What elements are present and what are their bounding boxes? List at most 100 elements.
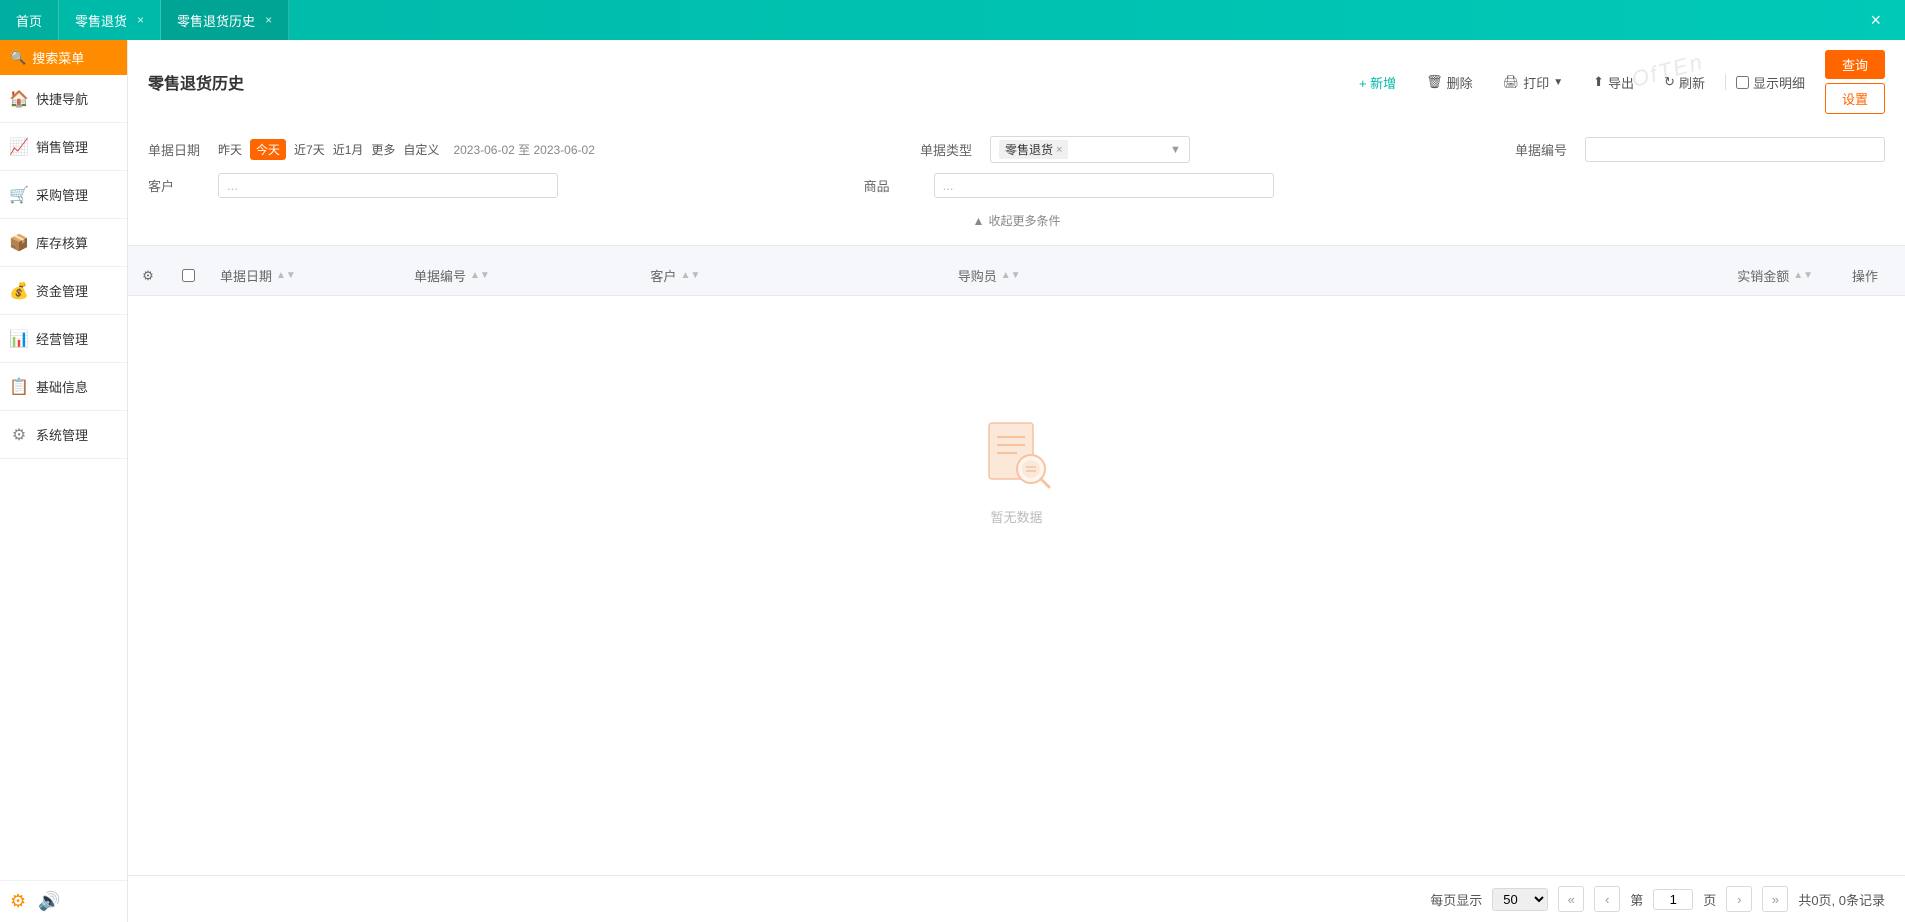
date-opt-7days[interactable]: 近7天 — [294, 141, 325, 158]
doc-type-select[interactable]: 零售退货 × ▼ — [990, 136, 1190, 163]
refresh-icon: ↻ — [1664, 74, 1675, 90]
empty-text: 暂无数据 — [990, 507, 1042, 526]
sidebar-item-basic-info[interactable]: 📋 基础信息 — [0, 363, 127, 411]
sidebar-item-quick-nav[interactable]: 🏠 快捷导航 — [0, 75, 127, 123]
sidebar-item-inventory[interactable]: 📦 库存核算 — [0, 219, 127, 267]
sidebar-item-operations-label: 经营管理 — [36, 329, 88, 348]
select-all-checkbox[interactable] — [182, 269, 195, 282]
date-range-display: 2023-06-02 至 2023-06-02 — [453, 141, 594, 158]
tab-retail-return-history-close[interactable]: × — [265, 13, 272, 27]
filter-row-2: 客户 ... 商品 ... — [148, 173, 1885, 198]
sidebar-item-operations[interactable]: 📊 经营管理 — [0, 315, 127, 363]
audio-bottom-icon[interactable]: 🔊 — [38, 891, 60, 912]
sidebar-search-label: 搜索菜单 — [32, 48, 84, 67]
pagination-bar: 每页显示 50 100 200 « ‹ 第 页 › » 共0页, 0条记录 — [128, 875, 1905, 922]
query-button[interactable]: 查询 — [1825, 50, 1885, 79]
sidebar-item-basic-info-label: 基础信息 — [36, 377, 88, 396]
guide-sort-icon: ▲▼ — [1001, 270, 1021, 281]
print-button[interactable]: 🖨 打印 ▼ — [1493, 69, 1573, 96]
search-icon: 🔍 — [10, 50, 26, 66]
collapse-row: ▲ 收起更多条件 — [148, 208, 1885, 237]
sales-icon: 📈 — [10, 138, 28, 156]
settings-bottom-icon[interactable]: ⚙ — [10, 891, 26, 912]
th-date-label: 单据日期 — [220, 266, 272, 285]
goods-input[interactable]: ... — [934, 173, 1274, 198]
date-opt-today[interactable]: 今天 — [250, 139, 286, 160]
date-options: 昨天 今天 近7天 近1月 更多 自定义 2023-06-02 至 2023-0… — [218, 139, 595, 160]
collapse-button[interactable]: ▲ 收起更多条件 — [973, 212, 1061, 229]
th-checkbox[interactable] — [168, 269, 208, 282]
sidebar-item-sales-label: 销售管理 — [36, 137, 88, 156]
th-customer-label: 客户 — [650, 266, 676, 285]
th-amount[interactable]: 实销金额 ▲▼ — [1631, 266, 1825, 285]
table-header: ⚙ 单据日期 ▲▼ 单据编号 ▲▼ 客户 ▲▼ 导购员 — [128, 256, 1905, 296]
doc-num-input[interactable] — [1585, 137, 1885, 162]
top-bar-right: × — [1862, 10, 1905, 31]
page-title-row: 零售退货历史 + 新增 🗑 删除 🖨 打印 ▼ ⬆ 导出 — [148, 50, 1885, 124]
empty-state: 暂无数据 — [128, 296, 1905, 646]
basic-info-icon: 📋 — [10, 378, 28, 396]
table-spacer — [128, 646, 1905, 876]
tab-list: 首页 零售退货 × 零售退货历史 × — [0, 0, 1862, 40]
last-page-button[interactable]: » — [1762, 886, 1788, 912]
tab-home[interactable]: 首页 — [0, 0, 59, 40]
page-unit: 页 — [1703, 890, 1716, 909]
collapse-label: 收起更多条件 — [988, 212, 1060, 229]
sidebar-bottom: ⚙ 🔊 — [0, 880, 127, 922]
top-navigation-bar: 首页 零售退货 × 零售退货历史 × × — [0, 0, 1905, 40]
sidebar-item-sales[interactable]: 📈 销售管理 — [0, 123, 127, 171]
prev-page-button[interactable]: ‹ — [1594, 886, 1620, 912]
th-customer[interactable]: 客户 ▲▼ — [638, 266, 945, 285]
sidebar: 🔍 搜索菜单 🏠 快捷导航 📈 销售管理 🛒 采购管理 📦 库存核算 💰 资金管… — [0, 40, 128, 922]
sidebar-item-quick-nav-label: 快捷导航 — [36, 89, 88, 108]
date-opt-more[interactable]: 更多 — [371, 141, 395, 158]
window-close-button[interactable]: × — [1862, 10, 1889, 31]
th-num-label: 单据编号 — [414, 266, 466, 285]
th-num[interactable]: 单据编号 ▲▼ — [402, 266, 638, 285]
sidebar-item-system-label: 系统管理 — [36, 425, 88, 444]
setting-button[interactable]: 设置 — [1825, 83, 1885, 114]
th-amount-label: 实销金额 — [1737, 266, 1789, 285]
home-icon: 🏠 — [10, 90, 28, 108]
first-page-button[interactable]: « — [1558, 886, 1584, 912]
doc-type-arrow-icon: ▼ — [1170, 144, 1181, 156]
operations-icon: 📊 — [10, 330, 28, 348]
display-detail-checkbox-label[interactable]: 显示明细 — [1736, 73, 1805, 92]
tab-retail-return[interactable]: 零售退货 × — [59, 0, 161, 40]
table-container: ⚙ 单据日期 ▲▼ 单据编号 ▲▼ 客户 ▲▼ 导购员 — [128, 256, 1905, 922]
tab-retail-return-close[interactable]: × — [137, 13, 144, 27]
th-setting[interactable]: ⚙ — [128, 268, 168, 284]
page-number-input[interactable] — [1653, 889, 1693, 910]
tab-retail-return-history[interactable]: 零售退货历史 × — [161, 0, 289, 40]
page-label: 第 — [1630, 890, 1643, 909]
sidebar-item-finance-label: 资金管理 — [36, 281, 88, 300]
sidebar-item-purchase[interactable]: 🛒 采购管理 — [0, 171, 127, 219]
total-label: 共0页, 0条记录 — [1798, 890, 1885, 909]
tab-retail-return-history-label: 零售退货历史 — [177, 11, 255, 30]
next-page-button[interactable]: › — [1726, 886, 1752, 912]
sidebar-item-inventory-label: 库存核算 — [36, 233, 88, 252]
sidebar-item-finance[interactable]: 💰 资金管理 — [0, 267, 127, 315]
th-date[interactable]: 单据日期 ▲▼ — [208, 266, 402, 285]
doc-num-filter-label: 单据编号 — [1515, 140, 1585, 159]
sidebar-item-system[interactable]: ⚙ 系统管理 — [0, 411, 127, 459]
per-page-select[interactable]: 50 100 200 — [1492, 888, 1548, 911]
print-icon: 🖨 — [1503, 74, 1520, 90]
refresh-button[interactable]: ↻ 刷新 — [1654, 69, 1715, 96]
delete-button[interactable]: 🗑 删除 — [1416, 69, 1483, 96]
new-button[interactable]: + 新增 — [1349, 69, 1406, 96]
sidebar-item-purchase-label: 采购管理 — [36, 185, 88, 204]
export-button[interactable]: ⬆ 导出 — [1583, 69, 1644, 96]
date-opt-yesterday[interactable]: 昨天 — [218, 141, 242, 158]
filter-row-1: 单据日期 昨天 今天 近7天 近1月 更多 自定义 2023-06-02 至 2… — [148, 136, 1885, 163]
delete-icon: 🗑 — [1426, 74, 1443, 90]
sidebar-search[interactable]: 🔍 搜索菜单 — [0, 40, 127, 75]
date-opt-1month[interactable]: 近1月 — [333, 141, 364, 158]
page-title: 零售退货历史 — [148, 70, 244, 94]
display-detail-checkbox[interactable] — [1736, 76, 1749, 89]
customer-input[interactable]: ... — [218, 173, 558, 198]
th-guide[interactable]: 导购员 ▲▼ — [946, 266, 1182, 285]
collapse-up-icon: ▲ — [973, 214, 985, 228]
date-opt-custom[interactable]: 自定义 — [403, 141, 439, 158]
doc-type-tag-remove[interactable]: × — [1056, 144, 1062, 156]
